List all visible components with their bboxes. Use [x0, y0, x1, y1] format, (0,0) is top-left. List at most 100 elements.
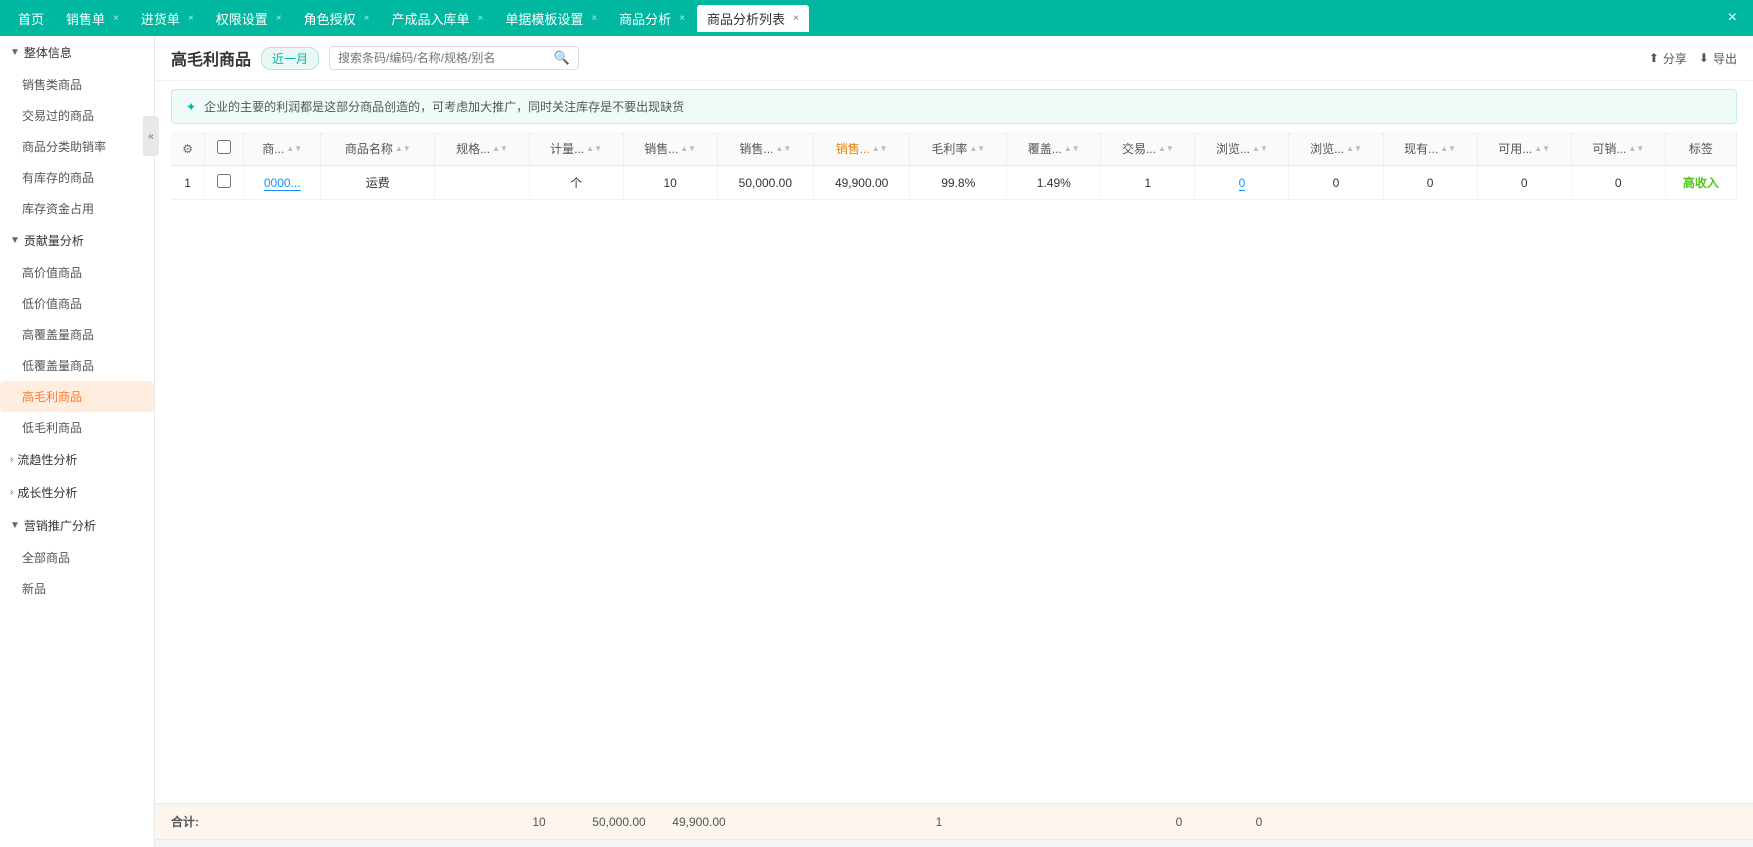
export-button[interactable]: ⬇ 导出: [1699, 50, 1737, 67]
bottom-scrollbar[interactable]: [155, 839, 1753, 847]
arrow-trend-icon: ›: [10, 454, 13, 465]
tag-badge: 高收入: [1683, 176, 1719, 190]
nav-template[interactable]: 单据模板设置 ×: [495, 5, 607, 32]
col-code[interactable]: 商... ▲▼: [244, 132, 321, 166]
header-actions: ⬆ 分享 ⬇ 导出: [1649, 50, 1737, 67]
browse1-link[interactable]: 0: [1239, 176, 1246, 191]
col-unit[interactable]: 计量... ▲▼: [529, 132, 623, 166]
close-purchase-icon[interactable]: ×: [188, 13, 194, 24]
sidebar-group-marketing[interactable]: ▼ 营销推广分析: [0, 509, 154, 542]
sidebar-item-stock-capital[interactable]: 库存资金占用: [0, 193, 154, 224]
close-permission-icon[interactable]: ×: [276, 13, 282, 24]
footer-sale-qty: [219, 815, 499, 829]
search-input[interactable]: [338, 51, 548, 65]
sidebar-item-high-coverage[interactable]: 高覆盖量商品: [0, 319, 154, 350]
footer-spacer2: [979, 815, 1059, 829]
sort-browse2-icon: ▲▼: [1346, 145, 1362, 153]
share-icon: ⬆: [1649, 51, 1659, 65]
sidebar-item-low-margin[interactable]: 低毛利商品: [0, 412, 154, 443]
nav-role[interactable]: 角色授权 ×: [294, 5, 380, 32]
sort-trans-icon: ▲▼: [1158, 145, 1174, 153]
col-name[interactable]: 商品名称 ▲▼: [321, 132, 435, 166]
sidebar-item-in-stock[interactable]: 有库存的商品: [0, 162, 154, 193]
cell-checkbox[interactable]: [205, 166, 244, 200]
footer-sale-qty-val: 10: [499, 815, 579, 829]
row-checkbox[interactable]: [217, 174, 231, 188]
export-icon: ⬇: [1699, 51, 1709, 65]
col-coverage[interactable]: 覆盖... ▲▼: [1007, 132, 1101, 166]
main-layout: « ▼ 整体信息 销售类商品 交易过的商品 商品分类助销率 有库存的商品 库存资…: [0, 36, 1753, 847]
nav-product-analysis-list[interactable]: 商品分析列表 ×: [697, 5, 809, 32]
sidebar-item-sales-goods[interactable]: 销售类商品: [0, 69, 154, 100]
product-code-link[interactable]: 0000...: [264, 176, 301, 191]
nav-permission[interactable]: 权限设置 ×: [206, 5, 292, 32]
cell-name: 运费: [321, 166, 435, 200]
gear-icon[interactable]: ⚙: [182, 142, 193, 156]
cell-sale-qty: 10: [623, 166, 717, 200]
nav-window-close[interactable]: ×: [1720, 5, 1745, 31]
nav-purchase[interactable]: 进货单 ×: [131, 5, 204, 32]
footer-label: 合计:: [171, 813, 199, 830]
close-template-icon[interactable]: ×: [591, 13, 597, 24]
arrow-contribution-icon: ▼: [10, 235, 20, 246]
sidebar-item-all-goods[interactable]: 全部商品: [0, 542, 154, 573]
col-sale-qty[interactable]: 销售... ▲▼: [623, 132, 717, 166]
close-role-icon[interactable]: ×: [364, 13, 370, 24]
col-gross-rate[interactable]: 毛利率 ▲▼: [910, 132, 1007, 166]
sidebar-group-growth[interactable]: › 成长性分析: [0, 476, 154, 509]
nav-product-instock[interactable]: 产成品入库单 ×: [381, 5, 493, 32]
col-available-stock[interactable]: 可用... ▲▼: [1477, 132, 1571, 166]
nav-sales[interactable]: 销售单 ×: [56, 5, 129, 32]
close-product-instock-icon[interactable]: ×: [477, 13, 483, 24]
sidebar-item-high-value[interactable]: 高价值商品: [0, 257, 154, 288]
col-browse1[interactable]: 浏览... ▲▼: [1195, 132, 1289, 166]
sidebar-item-low-coverage[interactable]: 低覆盖量商品: [0, 350, 154, 381]
close-product-analysis-list-icon[interactable]: ×: [793, 13, 799, 24]
table-container: ⚙ 商... ▲▼: [155, 132, 1753, 803]
col-spec[interactable]: 规格... ▲▼: [435, 132, 529, 166]
sidebar-collapse-btn[interactable]: «: [143, 116, 159, 156]
sort-saleamount-icon: ▲▼: [775, 145, 791, 153]
sidebar-group-trend[interactable]: › 流趋性分析: [0, 443, 154, 476]
info-icon: ✦: [186, 100, 196, 114]
sidebar-item-low-value[interactable]: 低价值商品: [0, 288, 154, 319]
col-sale-amount[interactable]: 销售... ▲▼: [717, 132, 813, 166]
arrow-overall-icon: ▼: [10, 47, 20, 58]
select-all-checkbox[interactable]: [217, 140, 231, 154]
cell-browse1[interactable]: 0: [1195, 166, 1289, 200]
col-checkbox[interactable]: [205, 132, 244, 166]
sidebar-item-high-margin[interactable]: 高毛利商品: [0, 381, 154, 412]
col-saleable-stock[interactable]: 可销... ▲▼: [1571, 132, 1665, 166]
share-button[interactable]: ⬆ 分享: [1649, 50, 1687, 67]
sidebar-group-overall[interactable]: ▼ 整体信息: [0, 36, 154, 69]
sort-saleprofit-icon: ▲▼: [872, 145, 888, 153]
cell-code[interactable]: 0000...: [244, 166, 321, 200]
nav-product-analysis[interactable]: 商品分析 ×: [609, 5, 695, 32]
cell-sale-amount: 50,000.00: [717, 166, 813, 200]
col-browse2[interactable]: 浏览... ▲▼: [1289, 132, 1383, 166]
col-sale-profit[interactable]: 销售... ▲▼: [813, 132, 909, 166]
period-button[interactable]: 近一月: [261, 47, 319, 70]
sidebar-group-contribution[interactable]: ▼ 贡献量分析: [0, 224, 154, 257]
sort-unit-icon: ▲▼: [586, 145, 602, 153]
sort-saleablestock-icon: ▲▼: [1628, 145, 1644, 153]
cell-unit: 个: [529, 166, 623, 200]
close-product-analysis-icon[interactable]: ×: [679, 13, 685, 24]
close-sales-icon[interactable]: ×: [113, 13, 119, 24]
cell-sale-profit: 49,900.00: [813, 166, 909, 200]
cell-seq: 1: [171, 166, 205, 200]
sidebar-item-traded-goods[interactable]: 交易过的商品: [0, 100, 154, 131]
search-icon[interactable]: 🔍: [554, 50, 570, 66]
footer-trans-count-val: 1: [899, 815, 979, 829]
col-tag[interactable]: 标签: [1665, 132, 1736, 166]
nav-home[interactable]: 首页: [8, 5, 54, 32]
col-trans-count[interactable]: 交易... ▲▼: [1101, 132, 1195, 166]
sidebar: ▼ 整体信息 销售类商品 交易过的商品 商品分类助销率 有库存的商品 库存资金占…: [0, 36, 155, 847]
info-banner: ✦ 企业的主要的利润都是这部分商品创造的，可考虑加大推广，同时关注库存是不要出现…: [171, 89, 1737, 124]
sidebar-item-new-goods[interactable]: 新品: [0, 573, 154, 604]
sidebar-item-category-rate[interactable]: 商品分类助销率: [0, 131, 154, 162]
cell-spec: [435, 166, 529, 200]
col-current-stock[interactable]: 现有... ▲▼: [1383, 132, 1477, 166]
footer-sale-amount-val: 50,000.00: [579, 815, 659, 829]
sort-spec-icon: ▲▼: [492, 145, 508, 153]
